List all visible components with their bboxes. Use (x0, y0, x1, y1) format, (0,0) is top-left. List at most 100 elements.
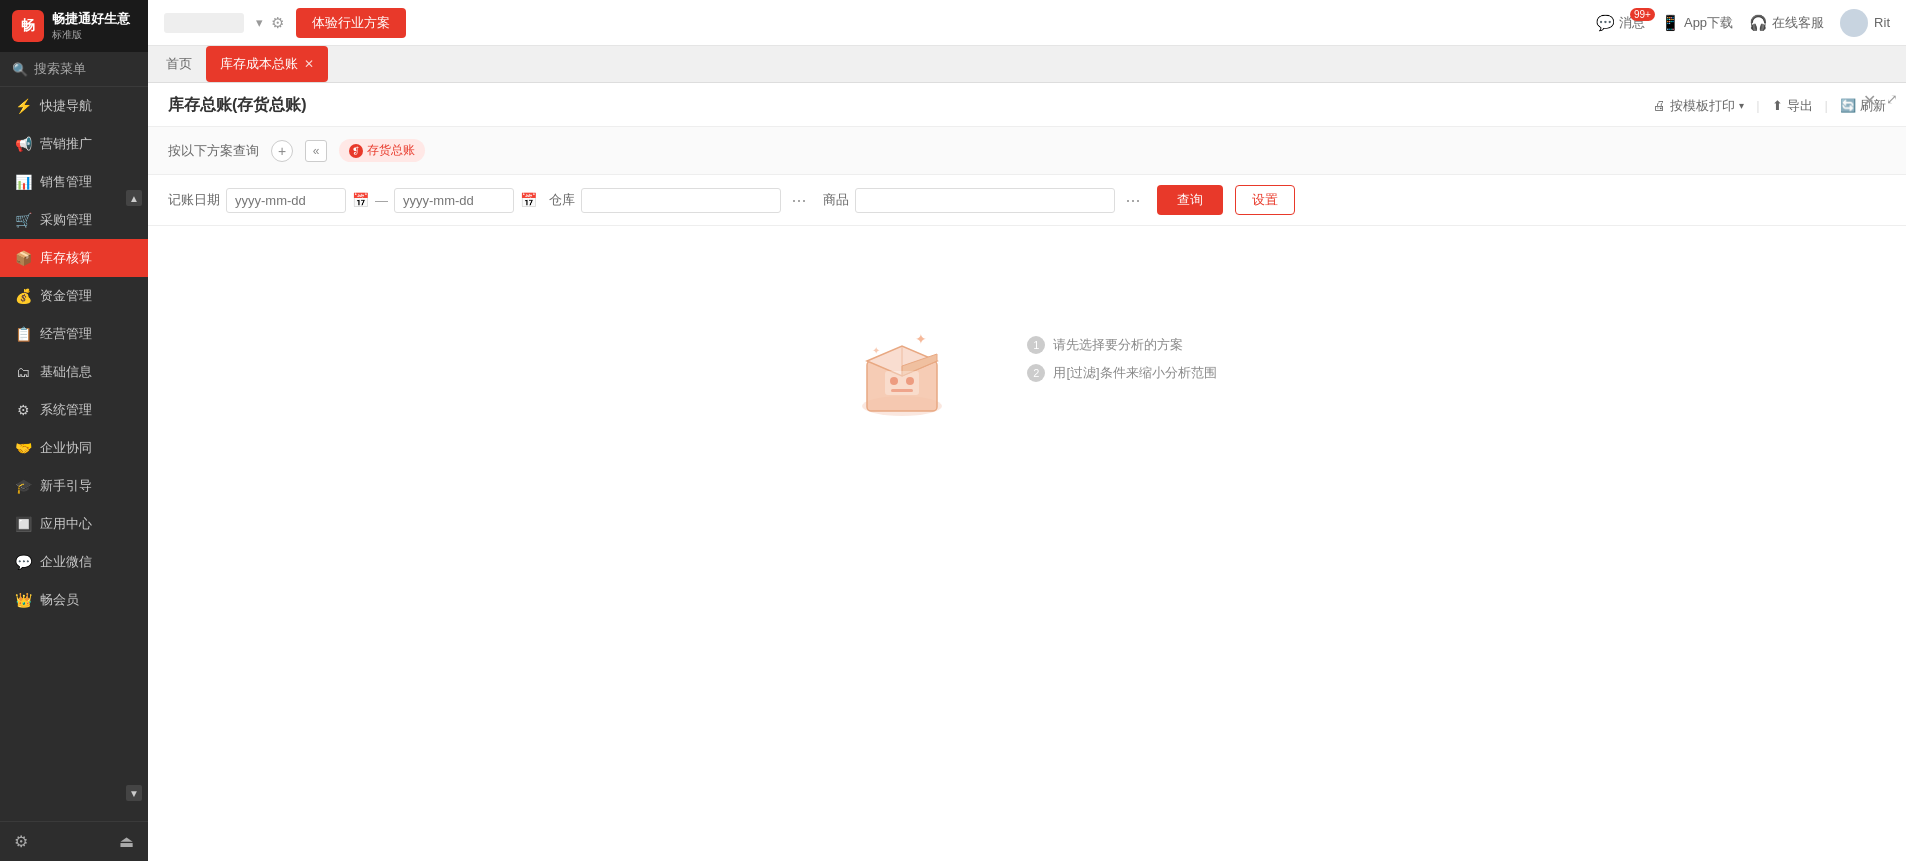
filter-collapse-button[interactable]: « (305, 140, 327, 162)
product-more-icon[interactable]: ··· (1121, 190, 1145, 211)
sidebar-item-operation[interactable]: 📋 经营管理 (0, 315, 148, 353)
scheme-icon: ❡ (349, 144, 363, 158)
sidebar-label-newguide: 新手引导 (40, 477, 92, 495)
sidebar-icon-marketing: 📢 (14, 135, 32, 153)
export-label: 导出 (1787, 97, 1813, 115)
filter-add-button[interactable]: + (271, 140, 293, 162)
sidebar-item-wechat[interactable]: 💬 企业微信 (0, 543, 148, 581)
svg-text:✦: ✦ (915, 331, 927, 347)
tab-inventory-cost[interactable]: 库存成本总账 ✕ (206, 46, 328, 82)
empty-tip-1: 1 请先选择要分析的方案 (1027, 336, 1216, 354)
topbar-gear-icon[interactable]: ⚙ (271, 14, 284, 32)
sidebar-label-vip: 畅会员 (40, 591, 79, 609)
sidebar-item-appcenter[interactable]: 🔲 应用中心 (0, 505, 148, 543)
sidebar-scroll-up[interactable]: ▲ (126, 190, 142, 206)
empty-box-svg: ✦ ✦ (847, 316, 957, 426)
panel-close-button[interactable]: ✕ (1863, 91, 1876, 110)
print-icon: 🖨 (1653, 98, 1666, 113)
print-template-button[interactable]: 🖨 按模板打印 ▾ (1653, 97, 1744, 115)
app-edition: 标准版 (52, 28, 130, 41)
empty-tips: 1 请先选择要分析的方案 2 用[过滤]条件来缩小分析范围 (1027, 336, 1216, 382)
warehouse-input[interactable] (581, 188, 781, 213)
tip-text-1: 请先选择要分析的方案 (1053, 336, 1183, 354)
filter-scheme-item[interactable]: ❡ 存货总账 (339, 139, 425, 162)
empty-state: ✦ ✦ 1 请先选择要分析的方案 2 用[过滤]条件来缩小分析范围 (148, 306, 1906, 436)
tip-text-2: 用[过滤]条件来缩小分析范围 (1053, 364, 1216, 382)
sidebar: 畅 畅捷通好生意 标准版 🔍 搜索菜单 ⚡ 快捷导航 📢 营销推广 📊 销售管理… (0, 0, 148, 861)
tab-close-icon[interactable]: ✕ (304, 57, 314, 71)
sidebar-item-system[interactable]: ⚙ 系统管理 (0, 391, 148, 429)
date-from-input[interactable] (226, 188, 346, 213)
sidebar-label-basic: 基础信息 (40, 363, 92, 381)
user-avatar (1840, 9, 1868, 37)
message-icon: 💬 (1596, 14, 1615, 32)
app-name: 畅捷通好生意 (52, 11, 130, 28)
sidebar-search[interactable]: 🔍 搜索菜单 (0, 52, 148, 87)
sidebar-icon-sales: 📊 (14, 173, 32, 191)
panel-expand-button[interactable]: ⤢ (1886, 91, 1898, 107)
filter-scheme-label: 按以下方案查询 (168, 142, 259, 160)
topbar-right: 💬 消息 99+ 📱 App下载 🎧 在线客服 Rit (1596, 9, 1890, 37)
service-label: 在线客服 (1772, 14, 1824, 32)
filter-settings-button[interactable]: 设置 (1235, 185, 1295, 215)
sound-footer-icon[interactable]: ⏏ (119, 832, 134, 851)
sidebar-item-marketing[interactable]: 📢 营销推广 (0, 125, 148, 163)
sidebar-label-appcenter: 应用中心 (40, 515, 92, 533)
sidebar-label-quick-nav: 快捷导航 (40, 97, 92, 115)
date-to-input[interactable] (394, 188, 514, 213)
app-download-button[interactable]: 📱 App下载 (1661, 14, 1733, 32)
sidebar-label-enterprise: 企业协同 (40, 439, 92, 457)
empty-tip-2: 2 用[过滤]条件来缩小分析范围 (1027, 364, 1216, 382)
filter-row: 记账日期 📅 — 📅 仓库 ··· 商品 ··· 查询 设置 (148, 175, 1906, 226)
sidebar-item-inventory[interactable]: 📦 库存核算 (0, 239, 148, 277)
app-download-label: App下载 (1684, 14, 1733, 32)
empty-illustration: ✦ ✦ (837, 306, 967, 436)
topbar-chevron-icon[interactable]: ▾ (256, 15, 263, 30)
sidebar-icon-enterprise: 🤝 (14, 439, 32, 457)
sidebar-scroll-down[interactable]: ▼ (126, 785, 142, 801)
sidebar-item-newguide[interactable]: 🎓 新手引导 (0, 467, 148, 505)
sidebar-icon-appcenter: 🔲 (14, 515, 32, 533)
calendar-to-icon[interactable]: 📅 (520, 192, 537, 208)
user-avatar-area[interactable]: Rit (1840, 9, 1890, 37)
user-name: Rit (1874, 15, 1890, 30)
sidebar-icon-operation: 📋 (14, 325, 32, 343)
trial-button[interactable]: 体验行业方案 (296, 8, 406, 38)
sidebar-label-purchase: 采购管理 (40, 211, 92, 229)
query-button[interactable]: 查询 (1157, 185, 1223, 215)
sidebar-label-marketing: 营销推广 (40, 135, 92, 153)
sidebar-icon-basic: 🗂 (14, 363, 32, 381)
sidebar-label-finance: 资金管理 (40, 287, 92, 305)
product-field: 商品 ··· (823, 188, 1145, 213)
search-label: 搜索菜单 (34, 60, 86, 78)
product-label: 商品 (823, 191, 849, 209)
sidebar-item-finance[interactable]: 💰 资金管理 (0, 277, 148, 315)
sidebar-item-vip[interactable]: 👑 畅会员 (0, 581, 148, 619)
sidebar-logo: 畅 畅捷通好生意 标准版 (0, 0, 148, 52)
tab-home[interactable]: 首页 (152, 46, 206, 82)
sidebar-icon-vip: 👑 (14, 591, 32, 609)
sidebar-footer: ⚙ ⏏ (0, 821, 148, 861)
page-header-actions: 🖨 按模板打印 ▾ | ⬆ 导出 | 🔄 刷新 ✕ ⤢ (1653, 97, 1886, 115)
svg-text:✦: ✦ (872, 345, 880, 356)
online-service-button[interactable]: 🎧 在线客服 (1749, 14, 1824, 32)
sidebar-label-wechat: 企业微信 (40, 553, 92, 571)
message-button[interactable]: 💬 消息 99+ (1596, 14, 1645, 32)
print-label: 按模板打印 (1670, 97, 1735, 115)
warehouse-more-icon[interactable]: ··· (787, 190, 811, 211)
sidebar-item-quick-nav[interactable]: ⚡ 快捷导航 (0, 87, 148, 125)
page-header: 库存总账(存货总账) 🖨 按模板打印 ▾ | ⬆ 导出 | 🔄 刷新 ✕ (148, 83, 1906, 127)
product-input[interactable] (855, 188, 1115, 213)
tab-home-label: 首页 (166, 55, 192, 73)
export-button[interactable]: ⬆ 导出 (1772, 97, 1813, 115)
calendar-from-icon[interactable]: 📅 (352, 192, 369, 208)
sidebar-item-enterprise[interactable]: 🤝 企业协同 (0, 429, 148, 467)
refresh-icon: 🔄 (1840, 98, 1856, 113)
message-badge: 99+ (1630, 8, 1655, 21)
sidebar-item-purchase[interactable]: 🛒 采购管理 (0, 201, 148, 239)
app-download-icon: 📱 (1661, 14, 1680, 32)
sidebar-icon-wechat: 💬 (14, 553, 32, 571)
settings-footer-icon[interactable]: ⚙ (14, 832, 28, 851)
topbar: ▾ ⚙ 体验行业方案 💬 消息 99+ 📱 App下载 🎧 在线客服 Rit (148, 0, 1906, 46)
sidebar-item-basic[interactable]: 🗂 基础信息 (0, 353, 148, 391)
